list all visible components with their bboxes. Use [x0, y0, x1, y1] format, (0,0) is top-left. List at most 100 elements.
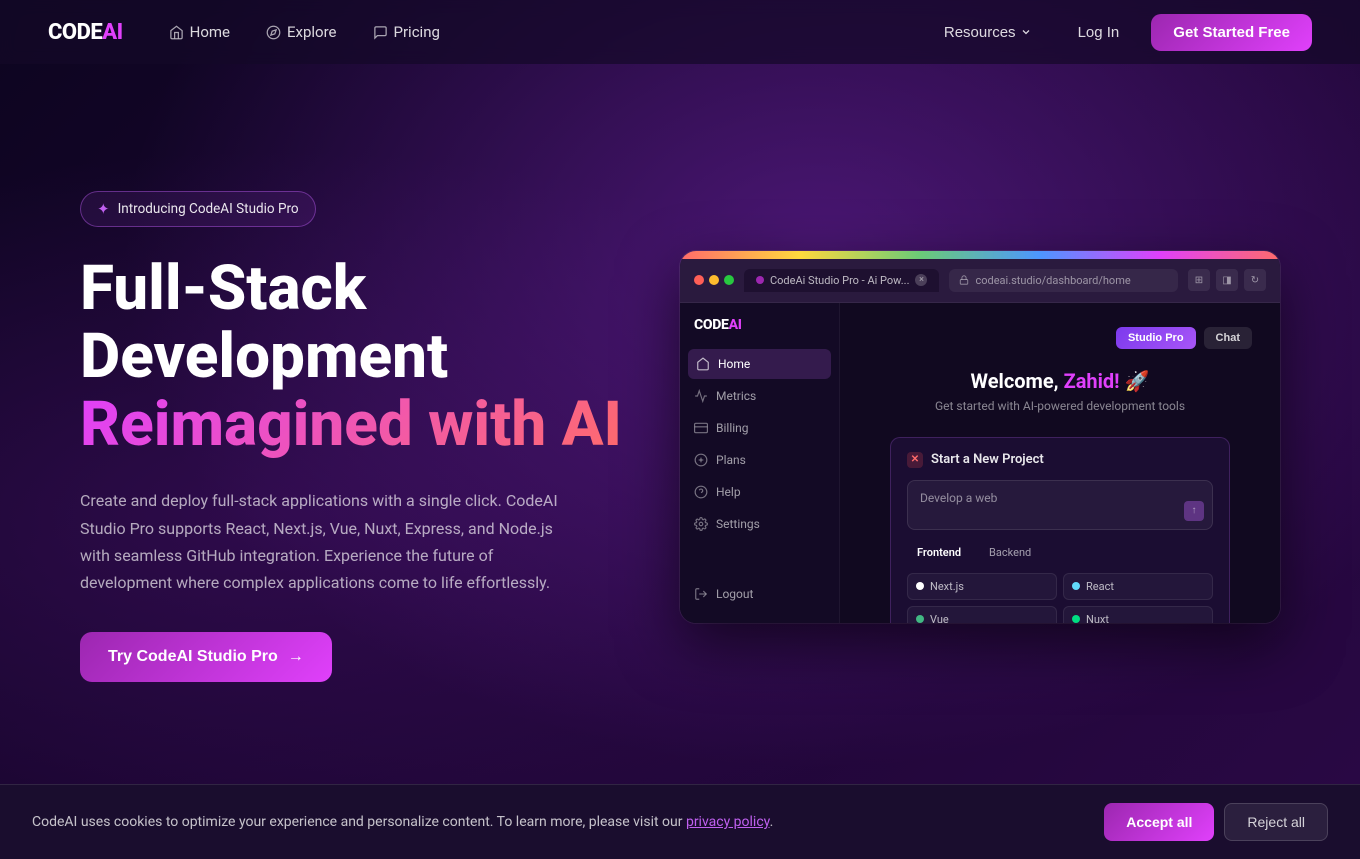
welcome-title: Welcome, Zahid! 🚀: [935, 369, 1185, 393]
send-button[interactable]: ↑: [1184, 501, 1204, 521]
login-button[interactable]: Log In: [1062, 16, 1136, 49]
browser-dots: [694, 275, 734, 285]
browser-tab: CodeAi Studio Pro - Ai Pow... ×: [744, 269, 939, 292]
arrow-icon: →: [288, 648, 304, 666]
logo-text: CODEAI: [48, 20, 123, 45]
sidebar-bottom: Logout: [680, 579, 839, 609]
stack-option-nuxt[interactable]: Nuxt: [1063, 606, 1213, 623]
nuxt-dot: [1072, 615, 1080, 623]
project-input-area[interactable]: Develop a web ↑: [907, 480, 1213, 530]
browser-url-bar[interactable]: codeai.studio/dashboard/home: [949, 269, 1178, 292]
lock-icon: [959, 275, 969, 285]
chevron-down-icon: [1020, 26, 1032, 38]
sidebar-item-settings[interactable]: Settings: [680, 509, 839, 539]
try-cta-button[interactable]: Try CodeAI Studio Pro →: [80, 632, 332, 682]
navbar: CODEAI Home Explore Pricing Resources Lo…: [0, 0, 1360, 64]
accept-all-button[interactable]: Accept all: [1104, 803, 1214, 841]
badge-icon: ✦: [97, 200, 110, 218]
sidebar-billing-icon: [694, 421, 708, 435]
logout-icon: [694, 587, 708, 601]
title-line1: Full-Stack: [80, 252, 366, 325]
browser-action-2[interactable]: ◨: [1216, 269, 1238, 291]
sidebar-billing-label: Billing: [716, 421, 749, 435]
sidebar-home-label: Home: [718, 357, 750, 371]
react-label: React: [1086, 580, 1114, 593]
sidebar-item-help[interactable]: Help: [680, 477, 839, 507]
home-icon: [169, 25, 184, 40]
nav-link-home[interactable]: Home: [155, 15, 244, 49]
tab-label: CodeAi Studio Pro - Ai Pow...: [770, 274, 909, 287]
stack-options: Next.js React Vue: [907, 573, 1213, 623]
browser-action-1[interactable]: ⊞: [1188, 269, 1210, 291]
new-project-header: ✕ Start a New Project: [907, 452, 1213, 468]
app-sidebar: CODEAI Home Metrics Billing: [680, 303, 840, 623]
nextjs-dot: [916, 582, 924, 590]
studio-pro-button[interactable]: Studio Pro: [1116, 327, 1196, 349]
url-text: codeai.studio/dashboard/home: [975, 274, 1130, 287]
welcome-text: Welcome, Zahid! 🚀 Get started with AI-po…: [935, 369, 1185, 413]
sidebar-home-icon: [696, 357, 710, 371]
nav-right: Resources Log In Get Started Free: [930, 14, 1312, 51]
logo[interactable]: CODEAI: [48, 20, 123, 45]
nav-left: CODEAI Home Explore Pricing: [48, 15, 454, 49]
rainbow-border: [680, 251, 1280, 259]
title-line2: Development: [80, 320, 448, 393]
resources-button[interactable]: Resources: [930, 16, 1046, 49]
new-project-card: ✕ Start a New Project Develop a web ↑ Fr…: [890, 437, 1230, 623]
browser-action-3[interactable]: ↻: [1244, 269, 1266, 291]
hero-action: Try CodeAI Studio Pro →: [80, 632, 640, 682]
chat-icon: [373, 25, 388, 40]
sidebar-help-icon: [694, 485, 708, 499]
stack-tabs: Frontend Backend: [907, 542, 1213, 563]
sidebar-plans-icon: [694, 453, 708, 467]
browser-chrome: CodeAi Studio Pro - Ai Pow... × codeai.s…: [680, 259, 1280, 303]
x-icon: ✕: [907, 452, 923, 468]
dot-yellow: [709, 275, 719, 285]
sidebar-item-billing[interactable]: Billing: [680, 413, 839, 443]
sidebar-item-home[interactable]: Home: [688, 349, 831, 379]
privacy-policy-link[interactable]: privacy policy: [686, 814, 770, 830]
browser-actions: ⊞ ◨ ↻: [1188, 269, 1266, 291]
nav-link-pricing[interactable]: Pricing: [359, 15, 454, 49]
hero-right: CodeAi Studio Pro - Ai Pow... × codeai.s…: [680, 251, 1280, 623]
app-header-buttons: Studio Pro Chat: [1116, 327, 1252, 349]
cookie-actions: Accept all Reject all: [1104, 803, 1328, 841]
project-placeholder: Develop a web: [920, 491, 997, 505]
sidebar-plans-label: Plans: [716, 453, 746, 467]
app-logo: CODEAI: [680, 317, 839, 347]
hero-left: ✦ Introducing CodeAI Studio Pro Full-Sta…: [80, 191, 640, 682]
chat-button[interactable]: Chat: [1204, 327, 1252, 349]
nav-links: Home Explore Pricing: [155, 15, 454, 49]
sidebar-help-label: Help: [716, 485, 741, 499]
sidebar-item-metrics[interactable]: Metrics: [680, 381, 839, 411]
dot-green: [724, 275, 734, 285]
cookie-banner: CodeAI uses cookies to optimize your exp…: [0, 784, 1360, 859]
stack-tab-backend[interactable]: Backend: [979, 542, 1041, 563]
stack-tab-frontend[interactable]: Frontend: [907, 542, 971, 563]
stack-option-nextjs[interactable]: Next.js: [907, 573, 1057, 600]
nextjs-label: Next.js: [930, 580, 964, 593]
sidebar-metrics-icon: [694, 389, 708, 403]
nav-link-explore[interactable]: Explore: [252, 15, 351, 49]
tab-close-button[interactable]: ×: [915, 274, 927, 286]
reject-all-button[interactable]: Reject all: [1224, 803, 1328, 841]
dot-red: [694, 275, 704, 285]
nuxt-label: Nuxt: [1086, 613, 1109, 623]
app-screenshot: CodeAi Studio Pro - Ai Pow... × codeai.s…: [680, 251, 1280, 623]
sidebar-logout-label: Logout: [716, 587, 753, 601]
sidebar-item-logout[interactable]: Logout: [680, 579, 839, 609]
welcome-subtitle: Get started with AI-powered development …: [935, 399, 1185, 413]
badge[interactable]: ✦ Introducing CodeAI Studio Pro: [80, 191, 316, 227]
stack-option-vue[interactable]: Vue: [907, 606, 1057, 623]
compass-icon: [266, 25, 281, 40]
get-started-button[interactable]: Get Started Free: [1151, 14, 1312, 51]
app-content: CODEAI Home Metrics Billing: [680, 303, 1280, 623]
sidebar-item-plans[interactable]: Plans: [680, 445, 839, 475]
stack-option-react[interactable]: React: [1063, 573, 1213, 600]
sidebar-settings-label: Settings: [716, 517, 760, 531]
react-dot: [1072, 582, 1080, 590]
hero-title: Full-Stack Development Reimagined with A…: [80, 255, 640, 460]
title-gradient: Reimagined with AI: [80, 388, 622, 461]
sidebar-settings-icon: [694, 517, 708, 531]
vue-dot: [916, 615, 924, 623]
